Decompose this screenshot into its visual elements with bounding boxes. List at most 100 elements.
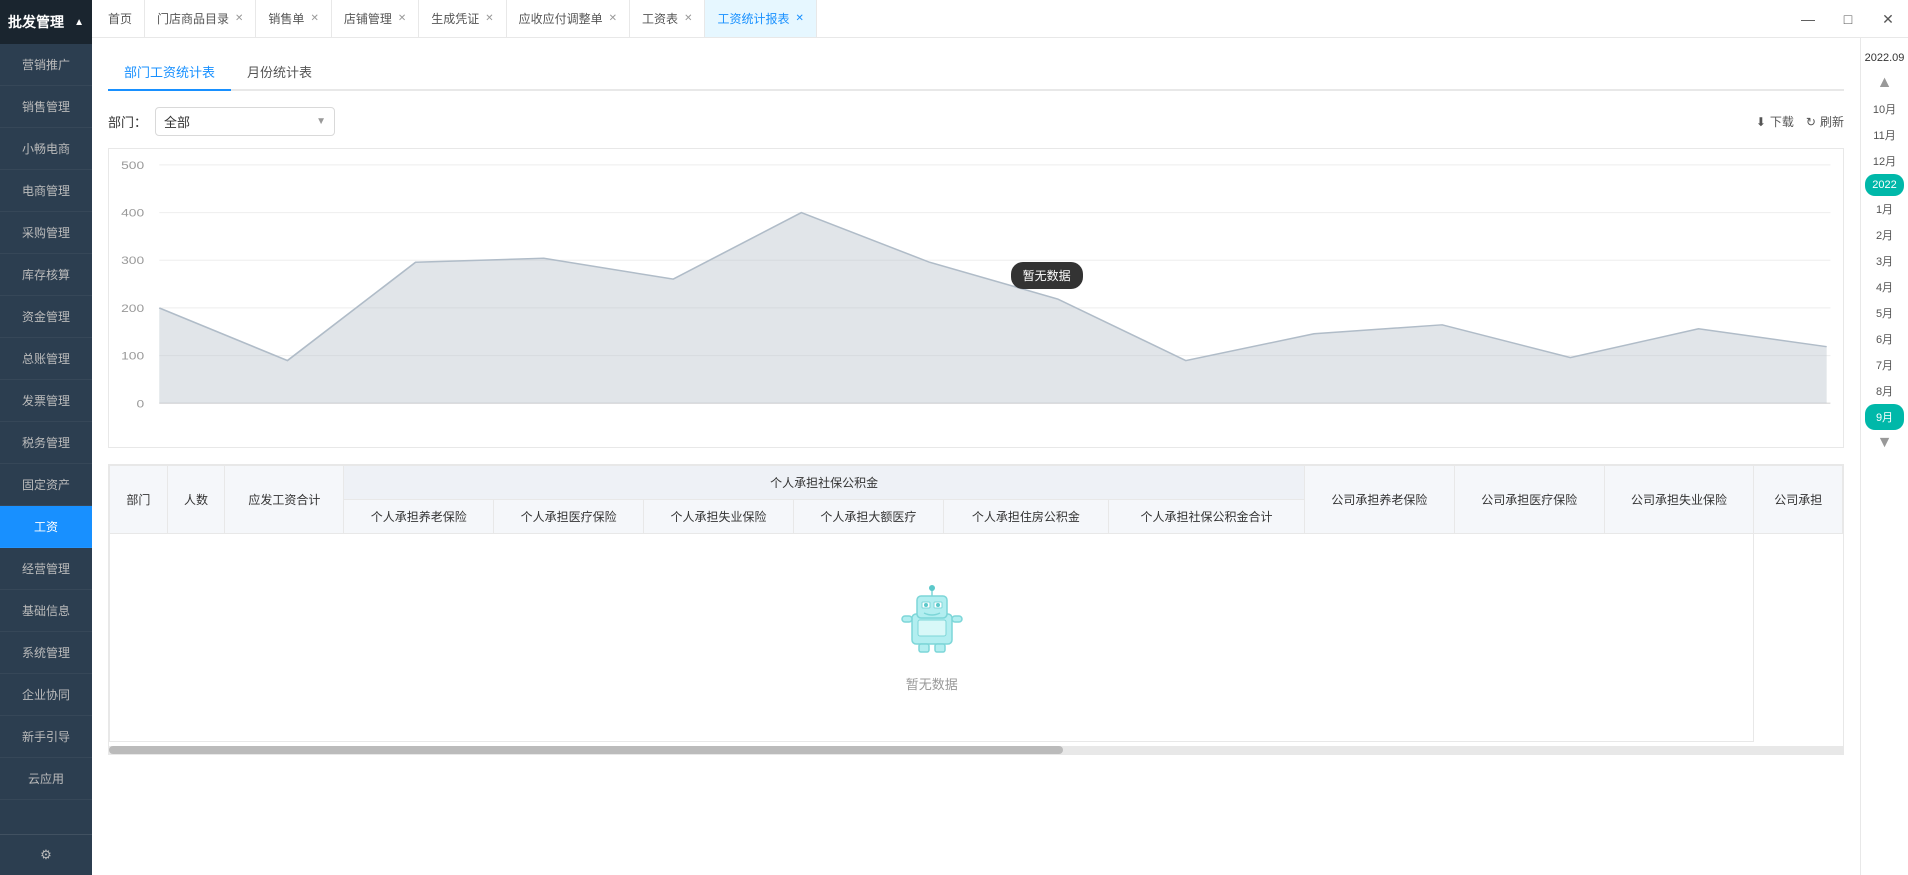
area-chart: 500 400 300 200 100 0 bbox=[109, 149, 1843, 447]
col-total-salary: 应发工资合计 bbox=[225, 466, 344, 534]
sidebar-header[interactable]: 批发管理 ▲ bbox=[0, 0, 92, 44]
col-personal-large-medical: 个人承担大额医疗 bbox=[793, 500, 943, 534]
sidebar-item-cloud[interactable]: 云应用 bbox=[0, 758, 92, 800]
tab-payable[interactable]: 应收应付调整单 ✕ bbox=[507, 0, 630, 38]
gear-icon: ⚙ bbox=[40, 847, 52, 862]
date-month-5[interactable]: 5月 bbox=[1861, 300, 1908, 326]
sidebar-item-ecommerce[interactable]: 电商管理 bbox=[0, 170, 92, 212]
sidebar-item-ledger[interactable]: 总账管理 bbox=[0, 338, 92, 380]
tab-bar: 首页 门店商品目录 ✕ 销售单 ✕ 店铺管理 ✕ 生成凭证 ✕ 应收应付调整单 … bbox=[92, 0, 1908, 38]
date-year-2022[interactable]: 2022 bbox=[1865, 174, 1904, 196]
window-controls: — □ ✕ bbox=[1788, 0, 1908, 38]
sidebar-arrow: ▲ bbox=[74, 17, 84, 28]
tab-salary-report[interactable]: 工资统计报表 ✕ bbox=[705, 0, 816, 38]
sidebar-item-assets[interactable]: 固定资产 bbox=[0, 464, 92, 506]
download-icon: ⬇ bbox=[1756, 115, 1766, 129]
date-month-6[interactable]: 6月 bbox=[1861, 326, 1908, 352]
minimize-button[interactable]: — bbox=[1788, 0, 1828, 38]
svg-text:200: 200 bbox=[121, 302, 144, 314]
tab-sales-order[interactable]: 销售单 ✕ bbox=[256, 0, 331, 38]
date-month-12[interactable]: 12月 bbox=[1861, 148, 1908, 174]
sidebar-item-marketing[interactable]: 营销推广 bbox=[0, 44, 92, 86]
close-tab-salary-report[interactable]: ✕ bbox=[795, 13, 803, 24]
svg-text:0: 0 bbox=[137, 398, 145, 410]
data-table: 部门 人数 应发工资合计 个人承担社保公积金 公司承担养老保险 公司承担医疗保险… bbox=[108, 464, 1844, 755]
sidebar-item-guide[interactable]: 新手引导 bbox=[0, 716, 92, 758]
sidebar-item-inventory[interactable]: 库存核算 bbox=[0, 254, 92, 296]
col-personal-medical: 个人承担医疗保险 bbox=[494, 500, 644, 534]
date-month-1[interactable]: 1月 bbox=[1861, 196, 1908, 222]
sidebar-settings[interactable]: ⚙ bbox=[0, 834, 92, 875]
sub-tab-bar: 部门工资统计表 月份统计表 bbox=[108, 54, 1844, 91]
toolbar-row: 部门： 全部 ▼ ⬇ 下载 ↻ 刷新 bbox=[108, 107, 1844, 136]
tab-voucher[interactable]: 生成凭证 ✕ bbox=[419, 0, 506, 38]
svg-text:400: 400 bbox=[121, 207, 144, 219]
date-month-2[interactable]: 2月 bbox=[1861, 222, 1908, 248]
col-group-personal: 个人承担社保公积金 bbox=[344, 466, 1305, 500]
col-company-other: 公司承担 bbox=[1754, 466, 1843, 534]
close-button[interactable]: ✕ bbox=[1868, 0, 1908, 38]
refresh-icon: ↻ bbox=[1806, 115, 1816, 129]
dept-select[interactable]: 全部 ▼ bbox=[155, 107, 335, 136]
sidebar-item-ecommerce-small[interactable]: 小畅电商 bbox=[0, 128, 92, 170]
sidebar-item-finance[interactable]: 资金管理 bbox=[0, 296, 92, 338]
svg-text:300: 300 bbox=[121, 255, 144, 267]
maximize-button[interactable]: □ bbox=[1828, 0, 1868, 38]
sidebar-item-tax[interactable]: 税务管理 bbox=[0, 422, 92, 464]
page-content: 部门工资统计表 月份统计表 部门： 全部 ▼ ⬇ bbox=[92, 38, 1860, 875]
empty-text: 暂无数据 bbox=[906, 674, 958, 693]
close-tab-product-catalog[interactable]: ✕ bbox=[235, 13, 243, 24]
col-company-medical: 公司承担医疗保险 bbox=[1454, 466, 1604, 534]
table-empty-row: 暂无数据 bbox=[110, 534, 1843, 742]
col-personal-pension: 个人承担养老保险 bbox=[344, 500, 494, 534]
dept-filter-label: 部门： bbox=[108, 112, 147, 131]
col-headcount: 人数 bbox=[167, 466, 225, 534]
date-month-8[interactable]: 8月 bbox=[1861, 378, 1908, 404]
date-month-9[interactable]: 9月 bbox=[1865, 404, 1904, 430]
tab-home[interactable]: 首页 bbox=[96, 0, 145, 38]
tab-month-stats[interactable]: 月份统计表 bbox=[231, 54, 328, 91]
tab-store-mgmt[interactable]: 店铺管理 ✕ bbox=[332, 0, 419, 38]
tab-salary-table[interactable]: 工资表 ✕ bbox=[630, 0, 705, 38]
col-personal-unemployment: 个人承担失业保险 bbox=[644, 500, 794, 534]
sidebar-item-base[interactable]: 基础信息 bbox=[0, 590, 92, 632]
filter-row: 部门： 全部 ▼ bbox=[108, 107, 335, 136]
sidebar-item-cooperation[interactable]: 企业协同 bbox=[0, 674, 92, 716]
date-nav-down[interactable]: ▼ bbox=[1873, 430, 1897, 456]
close-tab-voucher[interactable]: ✕ bbox=[485, 13, 493, 24]
date-month-11[interactable]: 11月 bbox=[1861, 122, 1908, 148]
action-buttons: ⬇ 下载 ↻ 刷新 bbox=[1756, 113, 1844, 130]
sidebar-item-purchase[interactable]: 采购管理 bbox=[0, 212, 92, 254]
sidebar: 批发管理 ▲ 营销推广 销售管理 小畅电商 电商管理 采购管理 库存核算 资金管… bbox=[0, 0, 92, 875]
svg-text:500: 500 bbox=[121, 159, 144, 171]
svg-text:100: 100 bbox=[121, 350, 144, 362]
horizontal-scrollbar[interactable] bbox=[109, 746, 1843, 754]
date-month-10[interactable]: 10月 bbox=[1861, 96, 1908, 122]
col-company-pension: 公司承担养老保险 bbox=[1304, 466, 1454, 534]
download-button[interactable]: ⬇ 下载 bbox=[1756, 113, 1794, 130]
col-dept: 部门 bbox=[110, 466, 168, 534]
empty-state: 暂无数据 bbox=[120, 542, 1743, 733]
sidebar-item-payroll[interactable]: 工资 bbox=[0, 506, 92, 548]
date-panel: 2022.09 ▲ 10月 11月 12月 2022 1月 2月 3月 4月 5… bbox=[1860, 38, 1908, 875]
close-tab-salary-table[interactable]: ✕ bbox=[684, 13, 692, 24]
date-nav-up[interactable]: ▲ bbox=[1873, 70, 1897, 96]
close-tab-payable[interactable]: ✕ bbox=[609, 13, 617, 24]
date-month-7[interactable]: 7月 bbox=[1861, 352, 1908, 378]
refresh-button[interactable]: ↻ 刷新 bbox=[1806, 113, 1844, 130]
close-tab-store-mgmt[interactable]: ✕ bbox=[398, 13, 406, 24]
date-current-label: 2022.09 bbox=[1863, 46, 1907, 70]
close-tab-sales-order[interactable]: ✕ bbox=[310, 13, 318, 24]
sidebar-item-operations[interactable]: 经营管理 bbox=[0, 548, 92, 590]
sidebar-item-invoice[interactable]: 发票管理 bbox=[0, 380, 92, 422]
sidebar-item-system[interactable]: 系统管理 bbox=[0, 632, 92, 674]
date-month-3[interactable]: 3月 bbox=[1861, 248, 1908, 274]
scroll-thumb[interactable] bbox=[109, 746, 1063, 754]
date-month-4[interactable]: 4月 bbox=[1861, 274, 1908, 300]
col-personal-housing: 个人承担住房公积金 bbox=[943, 500, 1108, 534]
tab-dept-stats[interactable]: 部门工资统计表 bbox=[108, 54, 231, 91]
tab-product-catalog[interactable]: 门店商品目录 ✕ bbox=[145, 0, 256, 38]
chevron-down-icon: ▼ bbox=[316, 116, 326, 127]
sidebar-item-sales[interactable]: 销售管理 bbox=[0, 86, 92, 128]
empty-robot-icon bbox=[892, 582, 972, 662]
